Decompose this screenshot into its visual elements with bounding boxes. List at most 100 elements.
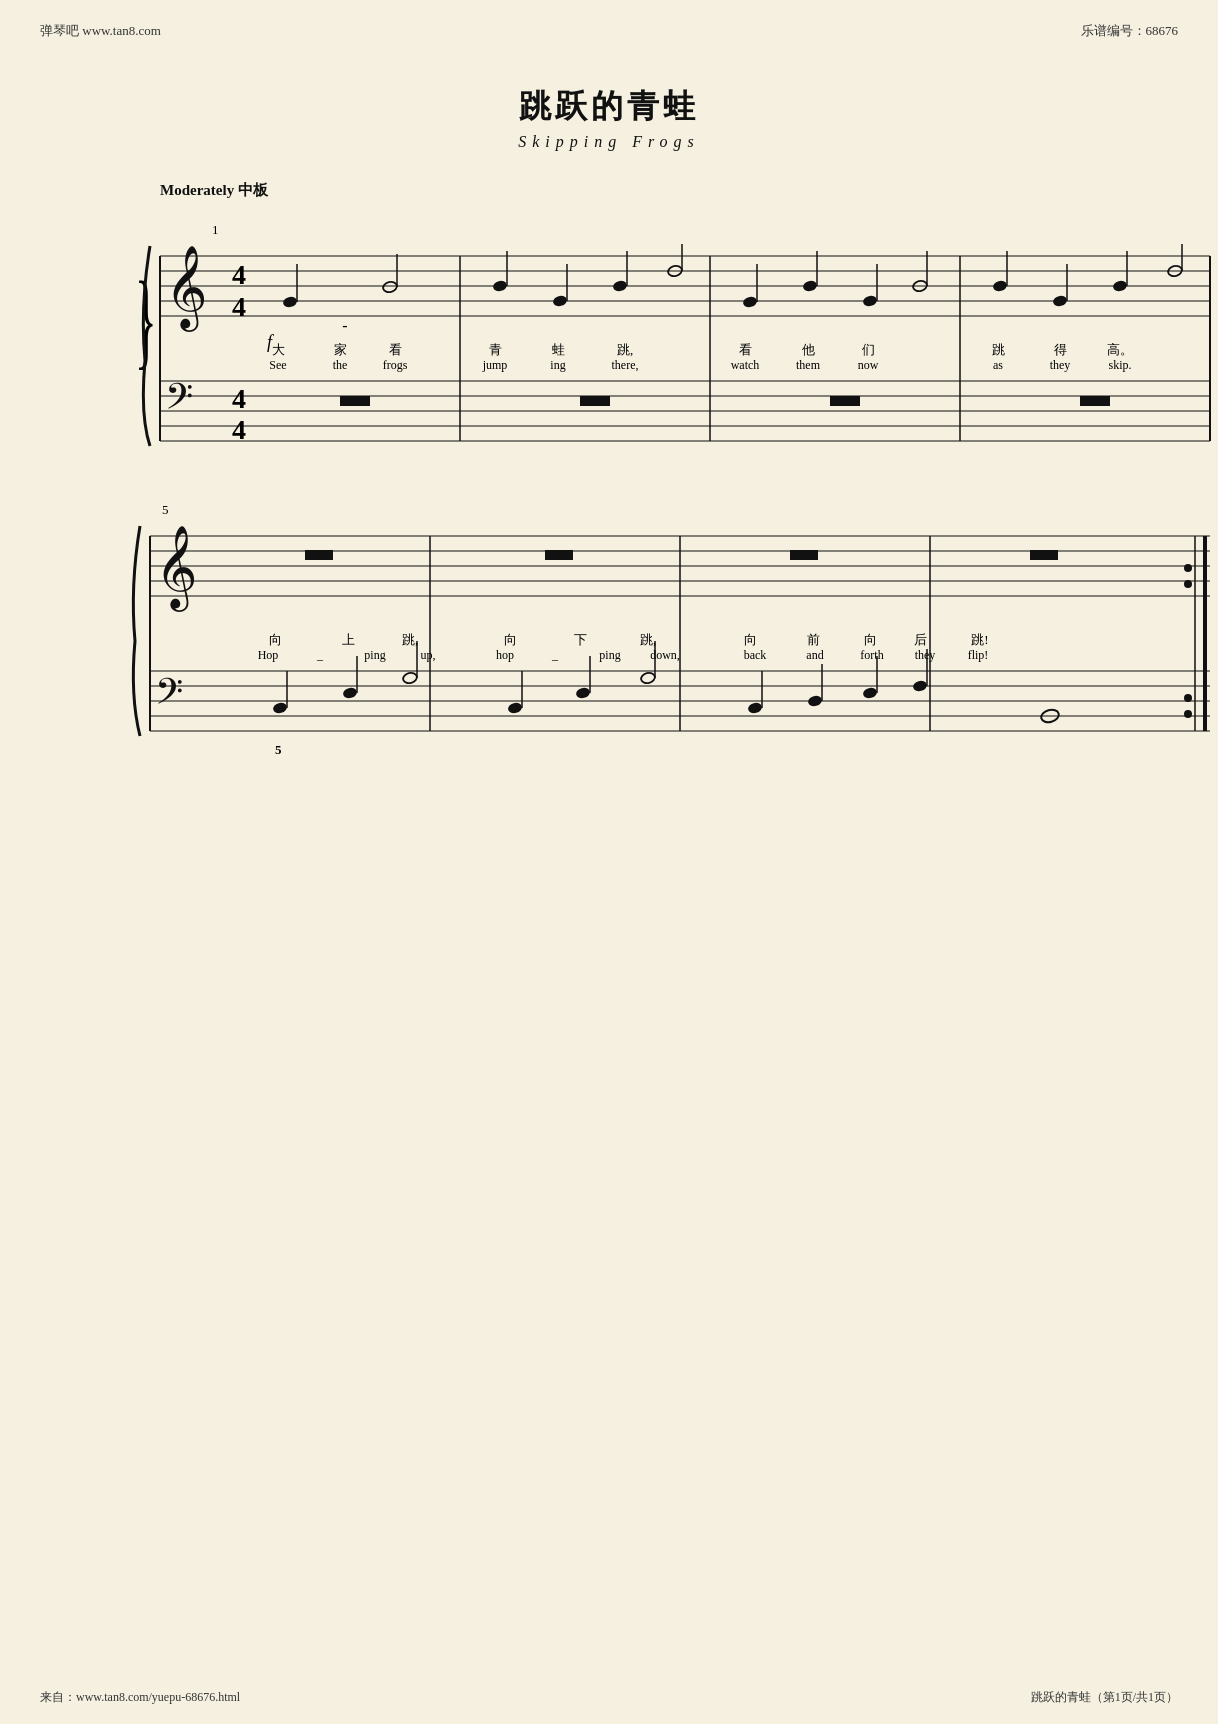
svg-point-100	[1184, 694, 1192, 702]
svg-text:家: 家	[334, 342, 347, 357]
svg-text:5: 5	[275, 742, 282, 757]
svg-text:they: they	[915, 648, 936, 662]
svg-text:向: 向	[504, 632, 517, 647]
svg-point-38	[802, 279, 818, 292]
svg-point-120	[747, 701, 763, 714]
svg-text:back: back	[744, 648, 767, 662]
svg-text:跳: 跳	[992, 342, 1005, 357]
footer-right: 跳跃的青蛙（第1页/共1页）	[1031, 1689, 1178, 1706]
svg-point-26	[382, 280, 398, 293]
title-english: Skipping Frogs	[60, 133, 1158, 151]
svg-text:5: 5	[162, 502, 169, 517]
svg-text:后: 后	[914, 632, 927, 647]
svg-point-99	[1184, 580, 1192, 588]
svg-text:高。: 高。	[1107, 342, 1133, 357]
svg-rect-107	[1030, 550, 1058, 560]
svg-text:𝄢: 𝄢	[165, 377, 193, 426]
svg-point-32	[612, 279, 628, 292]
svg-text:𝄞: 𝄞	[165, 246, 208, 332]
svg-text:hop: hop	[496, 648, 514, 662]
svg-text:向: 向	[269, 632, 282, 647]
svg-point-116	[575, 686, 591, 699]
svg-rect-53	[580, 396, 610, 406]
svg-text:向: 向	[864, 632, 877, 647]
page: 弹琴吧 www.tan8.com 乐谱编号：68676 跳跃的青蛙 Skippi…	[0, 0, 1218, 1724]
header-left: 弹琴吧 www.tan8.com	[40, 22, 161, 40]
svg-point-24	[282, 295, 298, 308]
svg-rect-54	[830, 396, 860, 406]
svg-point-108	[272, 701, 288, 714]
svg-text:𝄞: 𝄞	[155, 526, 198, 612]
svg-point-36	[742, 295, 758, 308]
svg-text:the: the	[333, 358, 348, 372]
svg-text:青: 青	[489, 342, 502, 357]
svg-text:前: 前	[807, 632, 820, 647]
svg-text:Hop: Hop	[258, 648, 279, 662]
svg-point-124	[862, 686, 878, 699]
score-row2: 5	[120, 486, 1218, 796]
svg-text:watch: watch	[731, 358, 760, 372]
svg-text:ping: ping	[599, 648, 620, 662]
score-row1: 1 } 𝄞 𝄢	[120, 206, 1218, 466]
svg-text:now: now	[858, 358, 879, 372]
footer-left: 来自：www.tan8.com/yuepu-68676.html	[40, 1689, 240, 1706]
svg-point-122	[807, 694, 823, 707]
svg-rect-105	[545, 550, 573, 560]
svg-text:there,: there,	[612, 358, 639, 372]
title-section: 跳跃的青蛙 Skipping Frogs	[60, 85, 1158, 151]
svg-text:上: 上	[342, 632, 355, 647]
svg-rect-104	[305, 550, 333, 560]
svg-text:看: 看	[389, 342, 402, 357]
svg-point-112	[402, 671, 418, 684]
svg-text:1: 1	[212, 222, 219, 237]
svg-text:4: 4	[232, 414, 246, 445]
svg-point-40	[862, 294, 878, 307]
svg-text:大: 大	[272, 342, 285, 357]
svg-text:_: _	[551, 648, 559, 662]
svg-text:们: 们	[862, 342, 875, 357]
score-section: Moderately 中板 1 }	[60, 181, 1158, 796]
svg-text:向: 向	[744, 632, 757, 647]
svg-rect-106	[790, 550, 818, 560]
svg-text:ping: ping	[364, 648, 385, 662]
svg-point-126	[912, 679, 928, 692]
svg-text:up,: up,	[421, 648, 436, 662]
svg-text:down,: down,	[650, 648, 680, 662]
svg-point-110	[342, 686, 358, 699]
svg-text:下: 下	[574, 632, 587, 647]
svg-text:得: 得	[1054, 342, 1067, 357]
svg-point-44	[992, 279, 1008, 292]
title-chinese: 跳跃的青蛙	[60, 85, 1158, 129]
svg-text:skip.: skip.	[1108, 358, 1131, 372]
svg-text:forth: forth	[860, 648, 883, 662]
svg-text:as: as	[993, 358, 1003, 372]
svg-text:jump: jump	[482, 358, 508, 372]
svg-text:4: 4	[232, 383, 246, 414]
svg-text:跳,: 跳,	[402, 632, 418, 647]
svg-rect-52	[340, 396, 370, 406]
svg-text:frogs: frogs	[383, 358, 408, 372]
svg-text:they: they	[1050, 358, 1071, 372]
svg-point-28	[492, 279, 508, 292]
header-right: 乐谱编号：68676	[1081, 22, 1179, 40]
svg-text:4: 4	[232, 259, 246, 290]
svg-point-48	[1112, 279, 1128, 292]
tempo-mark: Moderately 中板	[160, 181, 1158, 200]
svg-text:-: -	[342, 317, 347, 334]
svg-point-114	[507, 701, 523, 714]
svg-point-101	[1184, 710, 1192, 718]
svg-text:4: 4	[232, 291, 246, 322]
svg-text:them: them	[796, 358, 821, 372]
svg-text:ing: ing	[550, 358, 565, 372]
svg-text:他: 他	[802, 342, 815, 357]
svg-text:看: 看	[739, 342, 752, 357]
svg-text:flip!: flip!	[968, 648, 989, 662]
tempo-text: Moderately 中板	[160, 182, 268, 198]
svg-text:and: and	[806, 648, 823, 662]
svg-text:_: _	[316, 648, 324, 662]
svg-text:蛙: 蛙	[552, 342, 565, 357]
svg-point-30	[552, 294, 568, 307]
svg-text:𝄢: 𝄢	[155, 672, 183, 721]
svg-text:See: See	[269, 358, 286, 372]
svg-point-98	[1184, 564, 1192, 572]
